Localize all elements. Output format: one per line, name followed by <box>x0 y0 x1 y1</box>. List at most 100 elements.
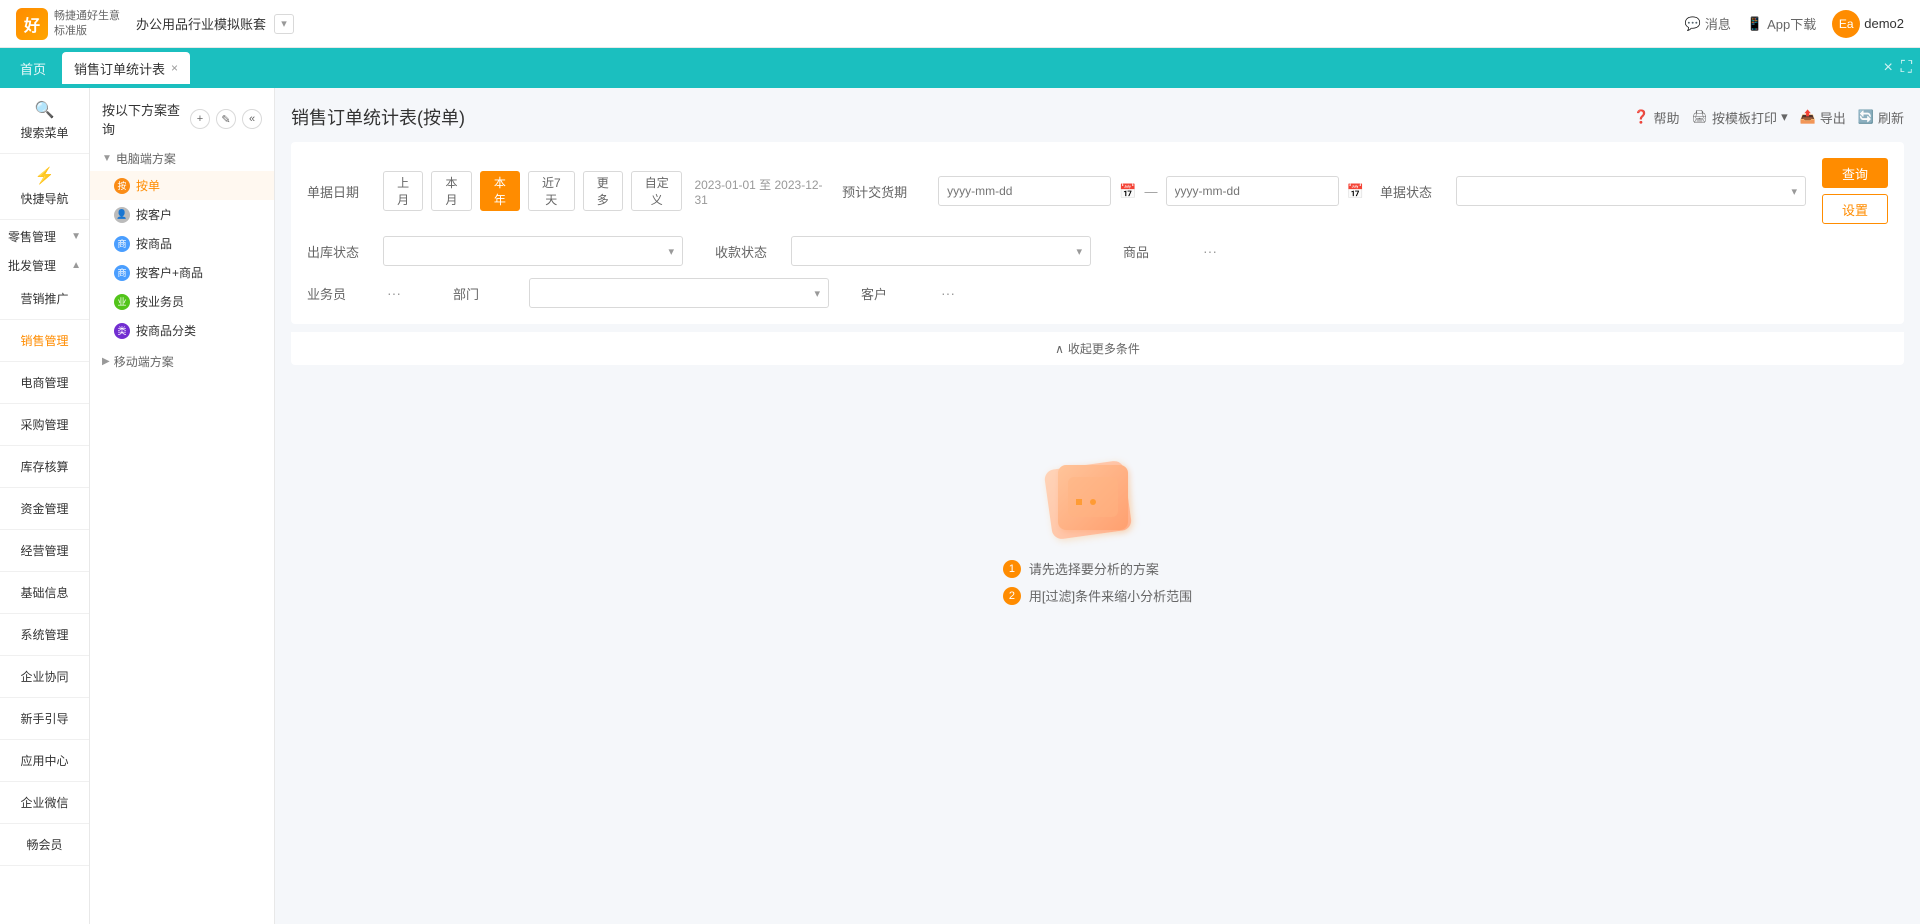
page-actions: ❓ 帮助 🖨 按模板打印 ▾ 📤 导出 🔄 刷新 <box>1633 108 1904 127</box>
app-download-icon: 📱 <box>1747 16 1763 32</box>
right-actions: 查询 设置 <box>1822 158 1888 224</box>
sidebar-item-enterprise[interactable]: 企业协同 <box>0 656 89 698</box>
tab-close-icon[interactable]: × <box>171 61 178 75</box>
query-btn[interactable]: 查询 <box>1822 158 1888 188</box>
filter-row-2: 出库状态 ▾ 收款状态 ▾ 商品 ··· <box>307 236 1888 266</box>
sidebar-item-newbie[interactable]: 新手引导 <box>0 698 89 740</box>
delivery-status-select[interactable]: ▾ <box>383 236 683 266</box>
left-panel-header: 按以下方案查询 + ✎ « <box>90 96 274 146</box>
collapse-bar[interactable]: ∧ 收起更多条件 <box>291 332 1904 365</box>
last-7-days-btn[interactable]: 近7天 <box>528 171 575 211</box>
search-icon: 🔍 <box>35 100 55 120</box>
empty-tips: 1 请先选择要分析的方案 2 用[过滤]条件来缩小分析范围 <box>1003 559 1192 605</box>
sidebar-item-wechat[interactable]: 企业微信 <box>0 782 89 824</box>
chevron-right-icon: ▶ <box>102 356 110 367</box>
calendar-icon-start[interactable]: 📅 <box>1119 183 1136 200</box>
pc-section-title[interactable]: ▼ 电脑端方案 <box>90 146 274 171</box>
department-select[interactable]: ▾ <box>529 278 829 308</box>
user-area[interactable]: Ea demo2 <box>1832 10 1904 38</box>
sidebar-item-appstore[interactable]: 应用中心 <box>0 740 89 782</box>
add-scheme-btn[interactable]: + <box>190 109 210 129</box>
bill-status-select[interactable]: ▾ <box>1456 176 1806 206</box>
department-label: 部门 <box>453 284 513 303</box>
scheme-by-order[interactable]: 按 按单 <box>90 171 274 200</box>
salesperson-ellipsis-btn[interactable]: ··· <box>383 285 405 301</box>
tab-fullscreen-btn[interactable]: ⛶ <box>1901 59 1912 77</box>
template-print-btn[interactable]: 🖨 按模板打印 ▾ <box>1692 108 1788 127</box>
sidebar-item-member[interactable]: 畅会员 <box>0 824 89 866</box>
expected-delivery-end-input[interactable] <box>1166 176 1339 206</box>
chevron-down-icon: ▾ <box>814 287 820 300</box>
sidebar-item-operations[interactable]: 经营管理 <box>0 530 89 572</box>
settings-btn[interactable]: 设置 <box>1822 194 1888 224</box>
more-btn[interactable]: 更多 <box>583 171 623 211</box>
edit-scheme-btn[interactable]: ✎ <box>216 109 236 129</box>
sidebar: 🔍 搜索菜单 ⚡ 快捷导航 零售管理 ▼ 批发管理 ▲ 营销推广 销售管理 电商… <box>0 88 90 924</box>
app-download-btn[interactable]: 📱 App下载 <box>1747 14 1816 33</box>
help-btn[interactable]: ❓ 帮助 <box>1633 108 1679 127</box>
this-month-btn[interactable]: 本月 <box>431 171 471 211</box>
scheme-by-customer[interactable]: 👤 按客户 <box>90 200 274 229</box>
sidebar-item-basic[interactable]: 基础信息 <box>0 572 89 614</box>
left-panel-actions: + ✎ « <box>190 109 262 129</box>
export-btn[interactable]: 📤 导出 <box>1800 108 1846 127</box>
chevron-down-icon: ▾ <box>668 245 674 258</box>
collapse-panel-btn[interactable]: « <box>242 109 262 129</box>
delivery-status-label: 出库状态 <box>307 242 367 261</box>
scheme-by-category[interactable]: 类 按商品分类 <box>90 316 274 345</box>
avatar: Ea <box>1832 10 1860 38</box>
tip-num-1: 1 <box>1003 560 1021 578</box>
message-btn[interactable]: 💬 消息 <box>1685 14 1731 33</box>
calendar-icon-end[interactable]: 📅 <box>1347 183 1364 200</box>
customer-ellipsis-btn[interactable]: ··· <box>937 285 959 301</box>
top-bar: 好 畅捷通好生意 标准版 办公用品行业模拟账套 ▾ 💬 消息 📱 App下载 E… <box>0 0 1920 48</box>
filter-section: 单据日期 上月 本月 本年 近7天 更多 自定义 2023-01-01 至 20… <box>291 142 1904 324</box>
scheme-by-product[interactable]: 商 按商品 <box>90 229 274 258</box>
logo-text: 畅捷通好生意 标准版 <box>54 9 120 38</box>
page-title-bar: 销售订单统计表(按单) ❓ 帮助 🖨 按模板打印 ▾ 📤 导出 <box>291 104 1904 130</box>
chevron-down-icon: ▾ <box>1076 245 1082 258</box>
dropdown-arrow[interactable]: ▾ <box>274 14 294 34</box>
sidebar-item-inventory[interactable]: 库存核算 <box>0 446 89 488</box>
sidebar-item-sales[interactable]: 销售管理 <box>0 320 89 362</box>
shortcut-icon: ⚡ <box>35 166 55 186</box>
tab-close-all-btn[interactable]: × <box>1883 59 1892 77</box>
scheme-icon: 商 <box>114 265 130 281</box>
sidebar-item-system[interactable]: 系统管理 <box>0 614 89 656</box>
chevron-down-icon: ▼ <box>102 153 112 164</box>
left-panel: 按以下方案查询 + ✎ « ▼ 电脑端方案 <box>90 88 275 924</box>
tab-bar: 首页 销售订单统计表 × × ⛶ <box>0 48 1920 88</box>
top-bar-right: 💬 消息 📱 App下载 Ea demo2 <box>1685 10 1904 38</box>
tab-bar-right: × ⛶ <box>1883 59 1912 77</box>
chevron-up-icon: ▲ <box>71 260 81 271</box>
sidebar-item-retail[interactable]: 零售管理 ▼ <box>0 220 89 249</box>
refresh-btn[interactable]: 🔄 刷新 <box>1858 108 1904 127</box>
sidebar-item-marketing[interactable]: 营销推广 <box>0 278 89 320</box>
sidebar-shortcut[interactable]: ⚡ 快捷导航 <box>0 154 89 220</box>
last-month-btn[interactable]: 上月 <box>383 171 423 211</box>
bill-status-label: 单据状态 <box>1380 182 1440 201</box>
scheme-by-customer-product[interactable]: 商 按客户+商品 <box>90 258 274 287</box>
sidebar-item-purchase[interactable]: 采购管理 <box>0 404 89 446</box>
bill-date-label: 单据日期 <box>307 182 367 201</box>
custom-btn[interactable]: 自定义 <box>631 171 683 211</box>
empty-tip-2: 2 用[过滤]条件来缩小分析范围 <box>1003 586 1192 605</box>
sidebar-item-finance[interactable]: 资金管理 <box>0 488 89 530</box>
sidebar-item-ecommerce[interactable]: 电商管理 <box>0 362 89 404</box>
payment-status-select[interactable]: ▾ <box>791 236 1091 266</box>
bill-date-range: 2023-01-01 至 2023-12-31 <box>694 176 826 207</box>
expected-delivery-start-input[interactable] <box>938 176 1111 206</box>
pc-section: ▼ 电脑端方案 按 按单 👤 按客户 商 按商品 商 按客户+商品 <box>90 146 274 345</box>
app-title: 办公用品行业模拟账套 <box>136 14 266 33</box>
scheme-icon: 按 <box>114 178 130 194</box>
product-ellipsis-btn[interactable]: ··· <box>1199 243 1221 259</box>
tab-home[interactable]: 首页 <box>8 52 58 84</box>
sidebar-search[interactable]: 🔍 搜索菜单 <box>0 88 89 154</box>
tip-num-2: 2 <box>1003 587 1021 605</box>
mobile-section-title[interactable]: ▶ 移动端方案 <box>90 349 274 374</box>
scheme-by-salesperson[interactable]: 业 按业务员 <box>90 287 274 316</box>
sidebar-item-wholesale[interactable]: 批发管理 ▲ <box>0 249 89 278</box>
chevron-down-icon: ▾ <box>1791 185 1797 198</box>
tab-sales-order-stats[interactable]: 销售订单统计表 × <box>62 52 190 84</box>
this-year-btn[interactable]: 本年 <box>480 171 520 211</box>
